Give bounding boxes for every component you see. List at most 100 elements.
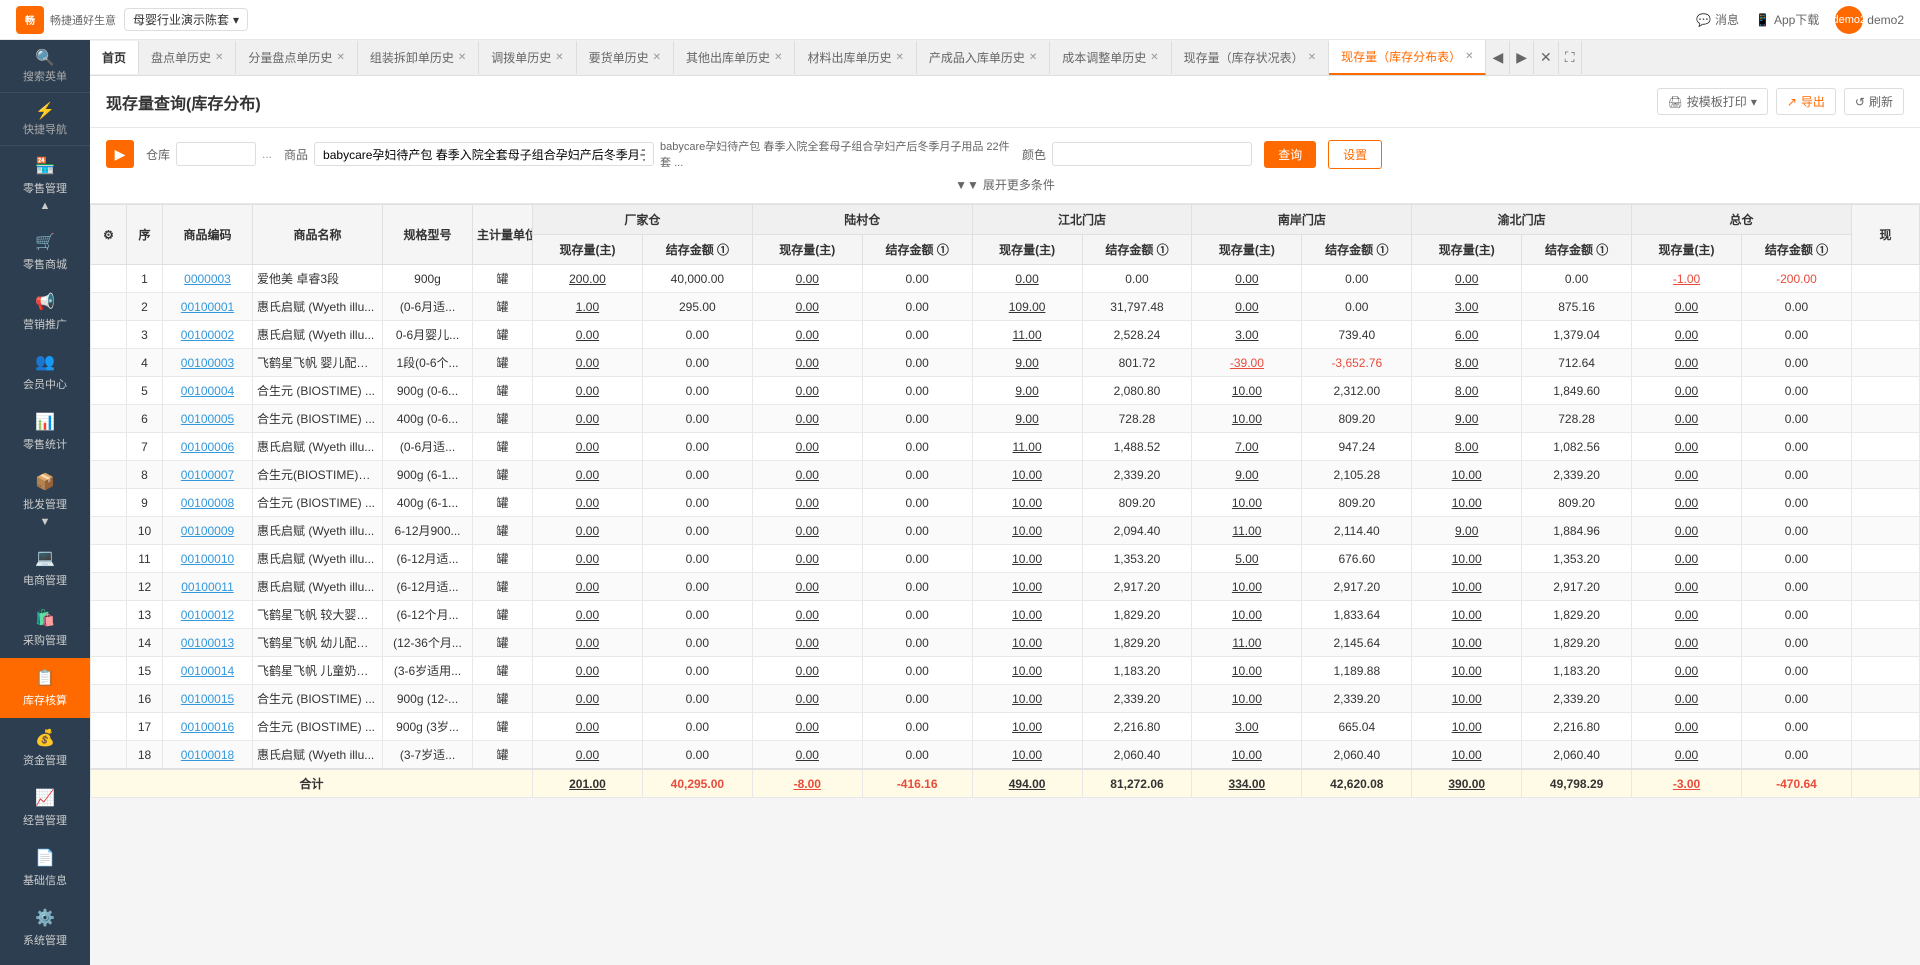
cell-code[interactable]: 00100010 <box>163 545 253 573</box>
sidebar-item-operations[interactable]: 📈 经营管理 <box>0 778 90 838</box>
cell-yb-qty[interactable]: 8.00 <box>1412 377 1522 405</box>
cell-na-qty[interactable]: 9.00 <box>1192 461 1302 489</box>
cell-f-qty[interactable]: 0.00 <box>533 321 643 349</box>
cell-f-qty[interactable]: 0.00 <box>533 405 643 433</box>
cell-jb-qty[interactable]: 10.00 <box>972 629 1082 657</box>
cell-f-qty[interactable]: 0.00 <box>533 517 643 545</box>
cell-total-qty[interactable]: 0.00 <box>1632 741 1742 770</box>
cell-total-qty[interactable]: 0.00 <box>1632 545 1742 573</box>
cell-jb-qty[interactable]: 11.00 <box>972 433 1082 461</box>
expand-btn[interactable]: ▼▼ 展开更多条件 <box>955 176 1055 193</box>
color-input[interactable] <box>1052 142 1252 166</box>
cell-total-qty[interactable]: 0.00 <box>1632 293 1742 321</box>
cell-total-qty[interactable]: 0.00 <box>1632 405 1742 433</box>
sidebar-item-purchase[interactable]: 🛍️ 采购管理 <box>0 598 90 658</box>
cell-f-qty[interactable]: 0.00 <box>533 489 643 517</box>
cell-l-qty[interactable]: 0.00 <box>752 517 862 545</box>
cell-l-qty[interactable]: 0.00 <box>752 461 862 489</box>
cell-na-qty[interactable]: 0.00 <box>1192 265 1302 293</box>
cell-na-qty[interactable]: 7.00 <box>1192 433 1302 461</box>
cell-total-qty[interactable]: 0.00 <box>1632 629 1742 657</box>
sidebar-item-wholesale[interactable]: 📦 批发管理 ▼ <box>0 462 90 538</box>
cell-code[interactable]: 00100005 <box>163 405 253 433</box>
cell-code[interactable]: 00100012 <box>163 601 253 629</box>
tab-next-btn[interactable]: ▶ <box>1510 41 1534 74</box>
cell-na-qty[interactable]: 10.00 <box>1192 601 1302 629</box>
tab-demand[interactable]: 要货单历史 ✕ <box>577 41 674 74</box>
cell-code[interactable]: 00100014 <box>163 657 253 685</box>
cell-code[interactable]: 00100018 <box>163 741 253 770</box>
tab-product-in[interactable]: 产成品入库单历史 ✕ <box>917 41 1050 74</box>
cell-l-qty[interactable]: 0.00 <box>752 321 862 349</box>
tab-home[interactable]: 首页 <box>90 41 139 74</box>
cell-jb-qty[interactable]: 9.00 <box>972 377 1082 405</box>
cell-total-qty[interactable]: 0.00 <box>1632 461 1742 489</box>
sidebar-item-retail-mgmt[interactable]: 🏪 零售管理 ▲ <box>0 146 90 222</box>
cell-jb-qty[interactable]: 10.00 <box>972 713 1082 741</box>
cell-l-qty[interactable]: 0.00 <box>752 377 862 405</box>
warehouse-dots[interactable]: ... <box>262 147 272 161</box>
cell-l-qty[interactable]: 0.00 <box>752 573 862 601</box>
cell-code[interactable]: 00100011 <box>163 573 253 601</box>
cell-code[interactable]: 00100013 <box>163 629 253 657</box>
sidebar-item-ecommerce[interactable]: 💻 电商管理 <box>0 538 90 598</box>
cell-code[interactable]: 00100002 <box>163 321 253 349</box>
cell-yb-qty[interactable]: 10.00 <box>1412 713 1522 741</box>
cell-yb-qty[interactable]: 10.00 <box>1412 461 1522 489</box>
cell-l-qty[interactable]: 0.00 <box>752 545 862 573</box>
tab-close-icon[interactable]: ✕ <box>555 52 563 63</box>
cell-yb-qty[interactable]: 8.00 <box>1412 349 1522 377</box>
tab-expand-btn[interactable]: ⛶ <box>1559 41 1582 74</box>
cell-na-qty[interactable]: 3.00 <box>1192 321 1302 349</box>
export-btn[interactable]: ↗ 导出 <box>1776 88 1836 115</box>
cell-l-qty[interactable]: 0.00 <box>752 293 862 321</box>
cell-yb-qty[interactable]: 3.00 <box>1412 293 1522 321</box>
tab-close-icon[interactable]: ✕ <box>1150 52 1158 63</box>
cell-jb-qty[interactable]: 10.00 <box>972 657 1082 685</box>
tab-close-icon[interactable]: ✕ <box>215 52 223 63</box>
print-btn[interactable]: 🖨 按模板打印 ▾ <box>1657 88 1768 115</box>
cell-total-qty[interactable]: 0.00 <box>1632 517 1742 545</box>
cell-l-qty[interactable]: 0.00 <box>752 657 862 685</box>
cell-na-qty[interactable]: 5.00 <box>1192 545 1302 573</box>
cell-na-qty[interactable]: -39.00 <box>1192 349 1302 377</box>
cell-jb-qty[interactable]: 10.00 <box>972 573 1082 601</box>
cell-yb-qty[interactable]: 8.00 <box>1412 433 1522 461</box>
cell-na-qty[interactable]: 10.00 <box>1192 405 1302 433</box>
cell-code[interactable]: 00100003 <box>163 349 253 377</box>
sidebar-item-retail-shop[interactable]: 🛒 零售商城 <box>0 222 90 282</box>
tab-close-icon[interactable]: ✕ <box>774 52 782 63</box>
tab-close-icon[interactable]: ✕ <box>336 52 344 63</box>
sidebar-item-quick-nav[interactable]: ⚡ 快捷导航 <box>0 93 90 146</box>
cell-total-qty[interactable]: 0.00 <box>1632 377 1742 405</box>
cell-jb-qty[interactable]: 10.00 <box>972 545 1082 573</box>
tab-close-all-btn[interactable]: ✕ <box>1534 41 1559 74</box>
cell-f-qty[interactable]: 0.00 <box>533 349 643 377</box>
refresh-btn[interactable]: ↺ 刷新 <box>1844 88 1904 115</box>
cell-na-qty[interactable]: 3.00 <box>1192 713 1302 741</box>
cell-f-qty[interactable]: 200.00 <box>533 265 643 293</box>
cell-jb-qty[interactable]: 10.00 <box>972 685 1082 713</box>
cell-total-qty[interactable]: -1.00 <box>1632 265 1742 293</box>
industry-select[interactable]: 母婴行业演示陈套 ▾ <box>124 8 248 31</box>
sidebar-item-inventory[interactable]: 📋 库存核算 <box>0 658 90 718</box>
cell-yb-qty[interactable]: 10.00 <box>1412 741 1522 770</box>
cell-f-qty[interactable]: 0.00 <box>533 685 643 713</box>
cell-na-qty[interactable]: 10.00 <box>1192 685 1302 713</box>
cell-jb-qty[interactable]: 10.00 <box>972 517 1082 545</box>
cell-jb-qty[interactable]: 10.00 <box>972 489 1082 517</box>
warehouse-input[interactable] <box>176 142 256 166</box>
tab-inventory-single[interactable]: 盘点单历史 ✕ <box>139 41 236 74</box>
cell-f-qty[interactable]: 0.00 <box>533 629 643 657</box>
cell-f-qty[interactable]: 0.00 <box>533 657 643 685</box>
cell-yb-qty[interactable]: 6.00 <box>1412 321 1522 349</box>
tab-prev-btn[interactable]: ◀ <box>1486 41 1510 74</box>
cell-yb-qty[interactable]: 10.00 <box>1412 601 1522 629</box>
cell-na-qty[interactable]: 10.00 <box>1192 377 1302 405</box>
tab-close-icon[interactable]: ✕ <box>653 52 661 63</box>
cell-total-qty[interactable]: 0.00 <box>1632 573 1742 601</box>
cell-f-qty[interactable]: 0.00 <box>533 573 643 601</box>
cell-yb-qty[interactable]: 10.00 <box>1412 629 1522 657</box>
cell-total-qty[interactable]: 0.00 <box>1632 685 1742 713</box>
cell-jb-qty[interactable]: 0.00 <box>972 265 1082 293</box>
